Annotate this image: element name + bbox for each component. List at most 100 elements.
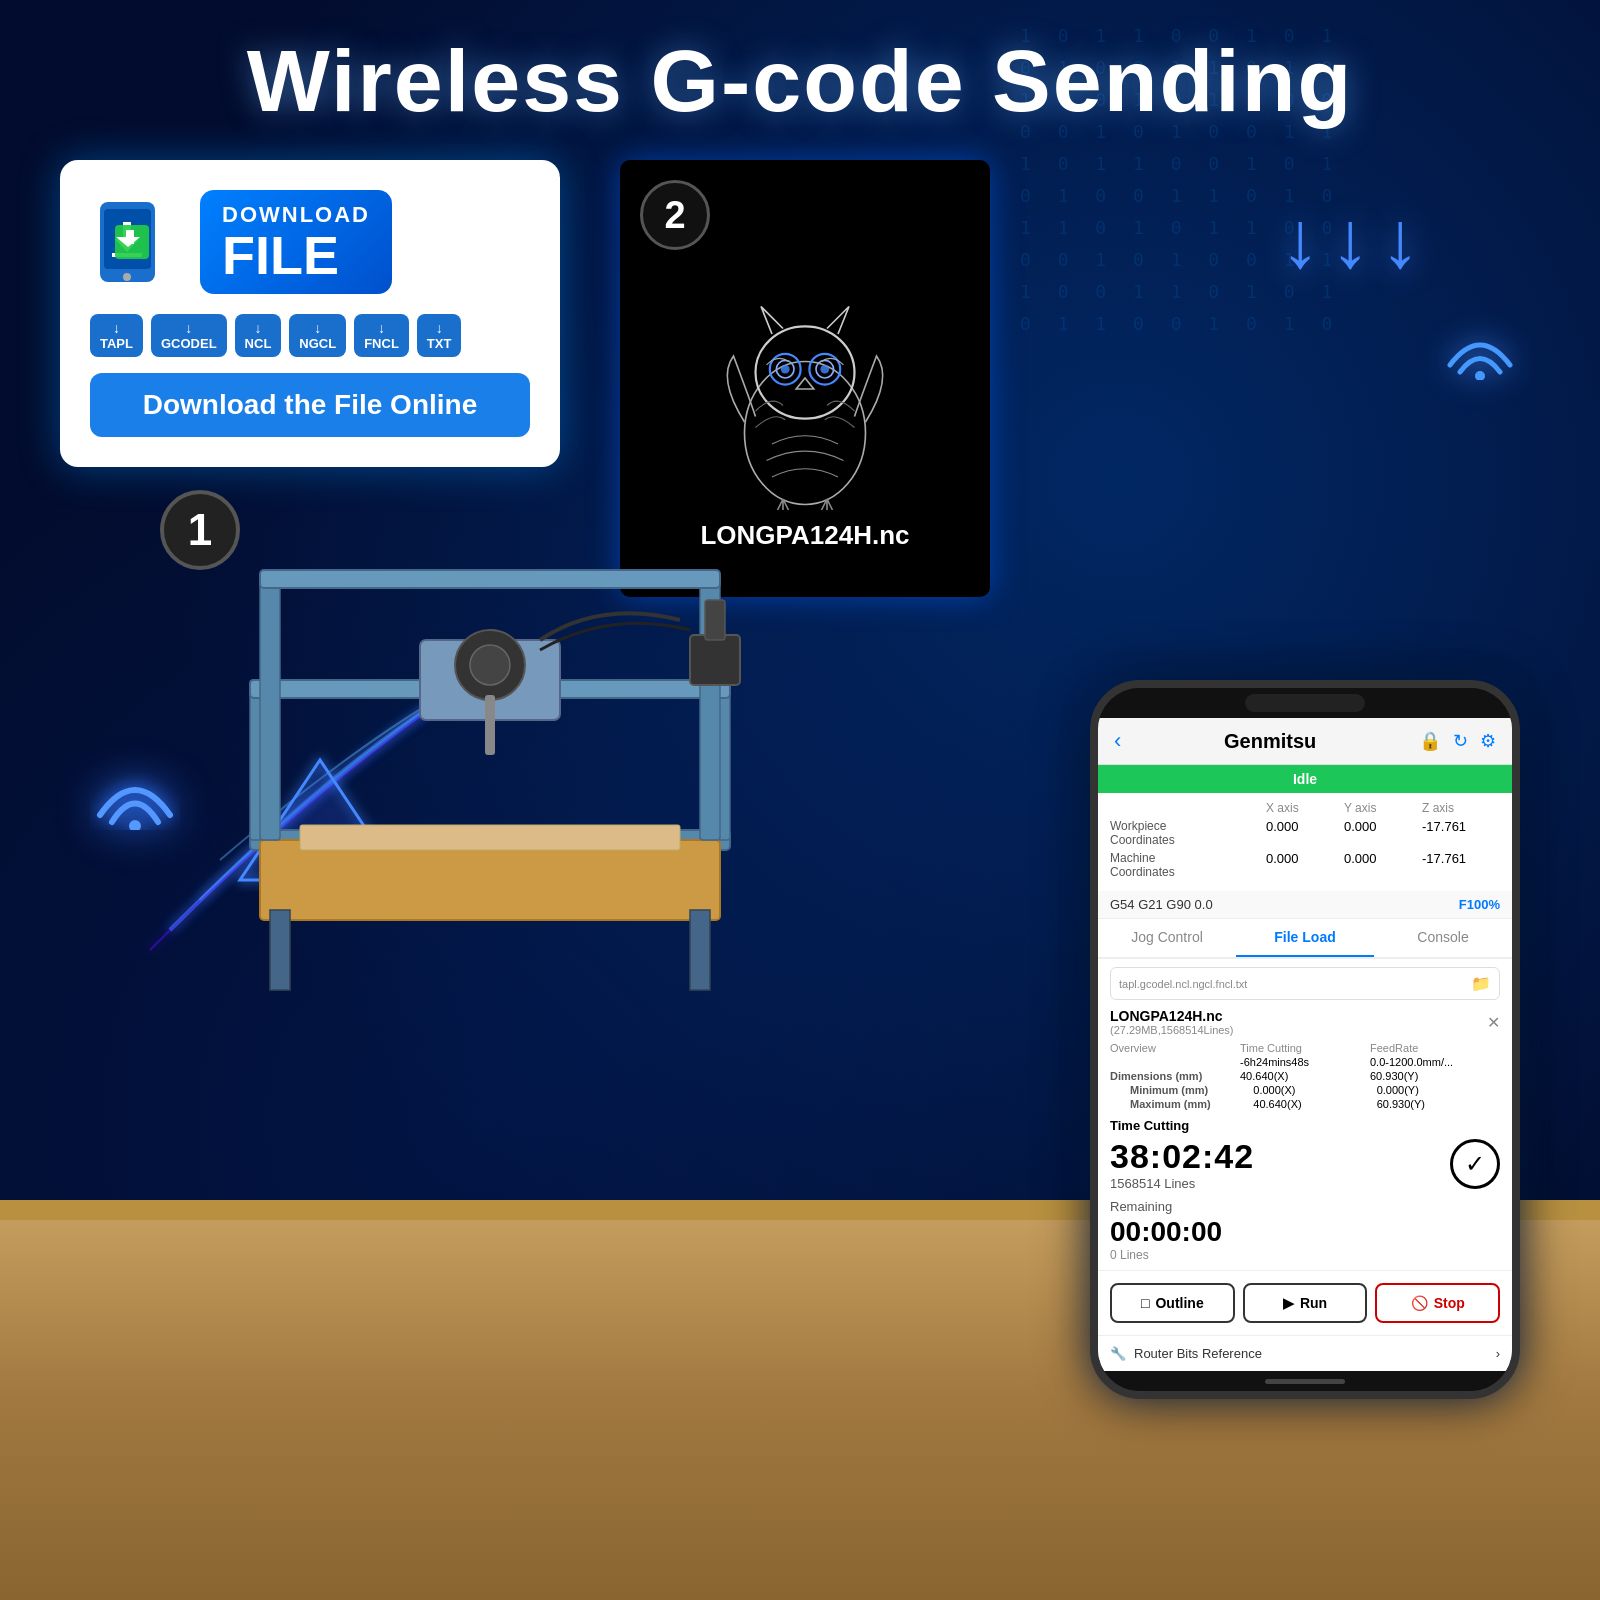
svg-rect-30 (300, 825, 680, 850)
machine-x: 0.000 (1266, 851, 1344, 879)
remaining-row: 00:00:00 0 Lines (1110, 1216, 1500, 1262)
workpiece-coords-row: WorkpieceCoordinates 0.000 0.000 -17.761 (1110, 819, 1500, 847)
phone-notch (1098, 688, 1512, 718)
time-cutting-lines: 1568514 Lines (1110, 1176, 1254, 1191)
download-badge: DOWNLOAD FILE (200, 190, 392, 294)
svg-rect-29 (690, 910, 710, 990)
wifi-left-icon (90, 760, 180, 846)
workpiece-y: 0.000 (1344, 819, 1422, 847)
remaining-lines-label: 0 Lines (1110, 1248, 1222, 1262)
y-axis-label: Y axis (1344, 801, 1422, 815)
page-title: Wireless G-code Sending (0, 0, 1600, 132)
wifi-top-right-icon (1440, 320, 1520, 394)
loaded-file-name: LONGPA124H.nc (1110, 1008, 1234, 1024)
file-size-label: (27.29MB,1568514Lines) (1110, 1024, 1234, 1036)
svg-point-18 (1475, 371, 1485, 380)
svg-rect-33 (260, 570, 720, 588)
svg-rect-26 (485, 695, 495, 755)
stop-icon: 🚫 (1411, 1295, 1428, 1311)
outline-icon: □ (1141, 1295, 1149, 1311)
router-bits-icon: 🔧 (1110, 1346, 1126, 1361)
back-icon[interactable]: ‹ (1114, 728, 1121, 754)
overview-values: -6h24mins48s 0.0-1200.0mm/... (1110, 1056, 1500, 1068)
machine-coords-row: MachineCoordinates 0.000 0.000 -17.761 (1110, 851, 1500, 879)
owl-icon (695, 290, 915, 510)
file-word: FILE (222, 228, 370, 282)
svg-rect-27 (260, 840, 720, 920)
svg-marker-17 (796, 378, 814, 389)
phone-app-title: Genmitsu (1224, 730, 1316, 753)
file-type-tapl: ↓TAPL (90, 314, 143, 357)
maximum-row: Maximum (mm) 40.640(X) 60.930(Y) (1110, 1098, 1500, 1110)
file-type-hint: tapl.gcodel.ncl.ngcl.fncl.txt (1119, 978, 1247, 990)
machine-z: -17.761 (1422, 851, 1500, 879)
folder-icon[interactable]: 📁 (1471, 974, 1491, 993)
chevron-right-icon: › (1496, 1346, 1500, 1361)
file-type-ncl: ↓NCL (235, 314, 282, 357)
dimensions-row: Dimensions (mm) 40.640(X) 60.930(Y) (1110, 1070, 1500, 1082)
status-idle-bar: Idle (1098, 765, 1512, 793)
file-type-gcodel: ↓GCODEL (151, 314, 227, 357)
phone-tab-bar: Jog Control File Load Console (1098, 919, 1512, 959)
download-panel: DOWNLOAD FILE ↓TAPL ↓GCODEL ↓NCL ↓NGCL ↓… (60, 160, 560, 467)
download-arrows: ↓ ↓ ↓ (1280, 200, 1420, 280)
step1-number: 1 (160, 490, 240, 570)
router-bits-bar[interactable]: 🔧 Router Bits Reference › (1098, 1335, 1512, 1371)
cnc-machine-area (120, 480, 870, 1060)
phone-screen: ‹ Genmitsu 🔒 ↻ ⚙ Idle X axis (1098, 718, 1512, 1371)
svg-point-25 (470, 645, 510, 685)
lock-icon: 🔒 (1419, 730, 1441, 752)
step2-circle: 2 (640, 180, 710, 250)
svg-point-2 (123, 273, 131, 281)
svg-rect-34 (690, 635, 740, 685)
svg-point-15 (781, 365, 790, 374)
status-idle-label: Idle (1293, 771, 1317, 787)
download-link-bar[interactable]: Download the File Online (90, 373, 530, 437)
remaining-time-value: 00:00:00 (1110, 1216, 1222, 1248)
svg-rect-31 (260, 580, 280, 840)
check-circle-icon: ✓ (1450, 1139, 1500, 1189)
time-cutting-label: Time Cutting (1110, 1118, 1500, 1133)
outline-button[interactable]: □ Outline (1110, 1283, 1235, 1323)
coordinates-section: X axis Y axis Z axis WorkpieceCoordinate… (1098, 793, 1512, 891)
tab-console[interactable]: Console (1374, 919, 1512, 957)
file-type-fncl: ↓FNCL (354, 314, 409, 357)
tab-file-load[interactable]: File Load (1236, 919, 1374, 957)
settings-icon[interactable]: ⚙ (1480, 730, 1496, 752)
overview-header: Overview Time Cutting FeedRate (1110, 1040, 1500, 1056)
workpiece-x: 0.000 (1266, 819, 1344, 847)
file-types-list: ↓TAPL ↓GCODEL ↓NCL ↓NGCL ↓FNCL ↓TXT (90, 314, 530, 357)
file-type-ngcl: ↓NGCL (289, 314, 346, 357)
workpiece-z: -17.761 (1422, 819, 1500, 847)
arrow-down-3: ↓ (1380, 200, 1420, 280)
axes-header: X axis Y axis Z axis (1110, 801, 1500, 815)
stop-button[interactable]: 🚫 Stop (1375, 1283, 1500, 1323)
phone-download-icon (90, 197, 180, 287)
machine-y: 0.000 (1344, 851, 1422, 879)
arrow-down-1: ↓ (1280, 200, 1320, 280)
z-axis-label: Z axis (1422, 801, 1500, 815)
phone-header-icons: 🔒 ↻ ⚙ (1419, 730, 1496, 752)
phone-home-bar (1098, 1371, 1512, 1391)
action-buttons-bar: □ Outline ▶ Run 🚫 Stop (1098, 1270, 1512, 1335)
x-axis-label: X axis (1266, 801, 1344, 815)
time-cutting-row: 38:02:42 1568514 Lines ✓ (1110, 1137, 1500, 1191)
minimum-row: Minimum (mm) 0.000(X) 0.000(Y) (1110, 1084, 1500, 1096)
cnc-machine-svg (200, 480, 780, 1030)
time-cutting-value: 38:02:42 (1110, 1137, 1254, 1176)
svg-rect-28 (270, 910, 290, 990)
arrow-down-2: ↓ (1330, 200, 1370, 280)
file-load-section: tapl.gcodel.ncl.ngcl.fncl.txt 📁 LONGPA12… (1098, 959, 1512, 1270)
gcode-line-display: G54 G21 G90 0.0 F100% (1098, 891, 1512, 919)
tab-jog-control[interactable]: Jog Control (1098, 919, 1236, 957)
close-file-icon[interactable]: ✕ (1487, 1013, 1500, 1032)
file-type-txt: ↓TXT (417, 314, 462, 357)
run-icon: ▶ (1283, 1295, 1294, 1311)
refresh-icon[interactable]: ↻ (1453, 730, 1468, 752)
run-button[interactable]: ▶ Run (1243, 1283, 1368, 1323)
phone-app-header: ‹ Genmitsu 🔒 ↻ ⚙ (1098, 718, 1512, 765)
svg-point-36 (129, 820, 141, 830)
svg-rect-35 (705, 600, 725, 640)
svg-point-16 (820, 365, 829, 374)
file-input-row[interactable]: tapl.gcodel.ncl.ngcl.fncl.txt 📁 (1110, 967, 1500, 1000)
